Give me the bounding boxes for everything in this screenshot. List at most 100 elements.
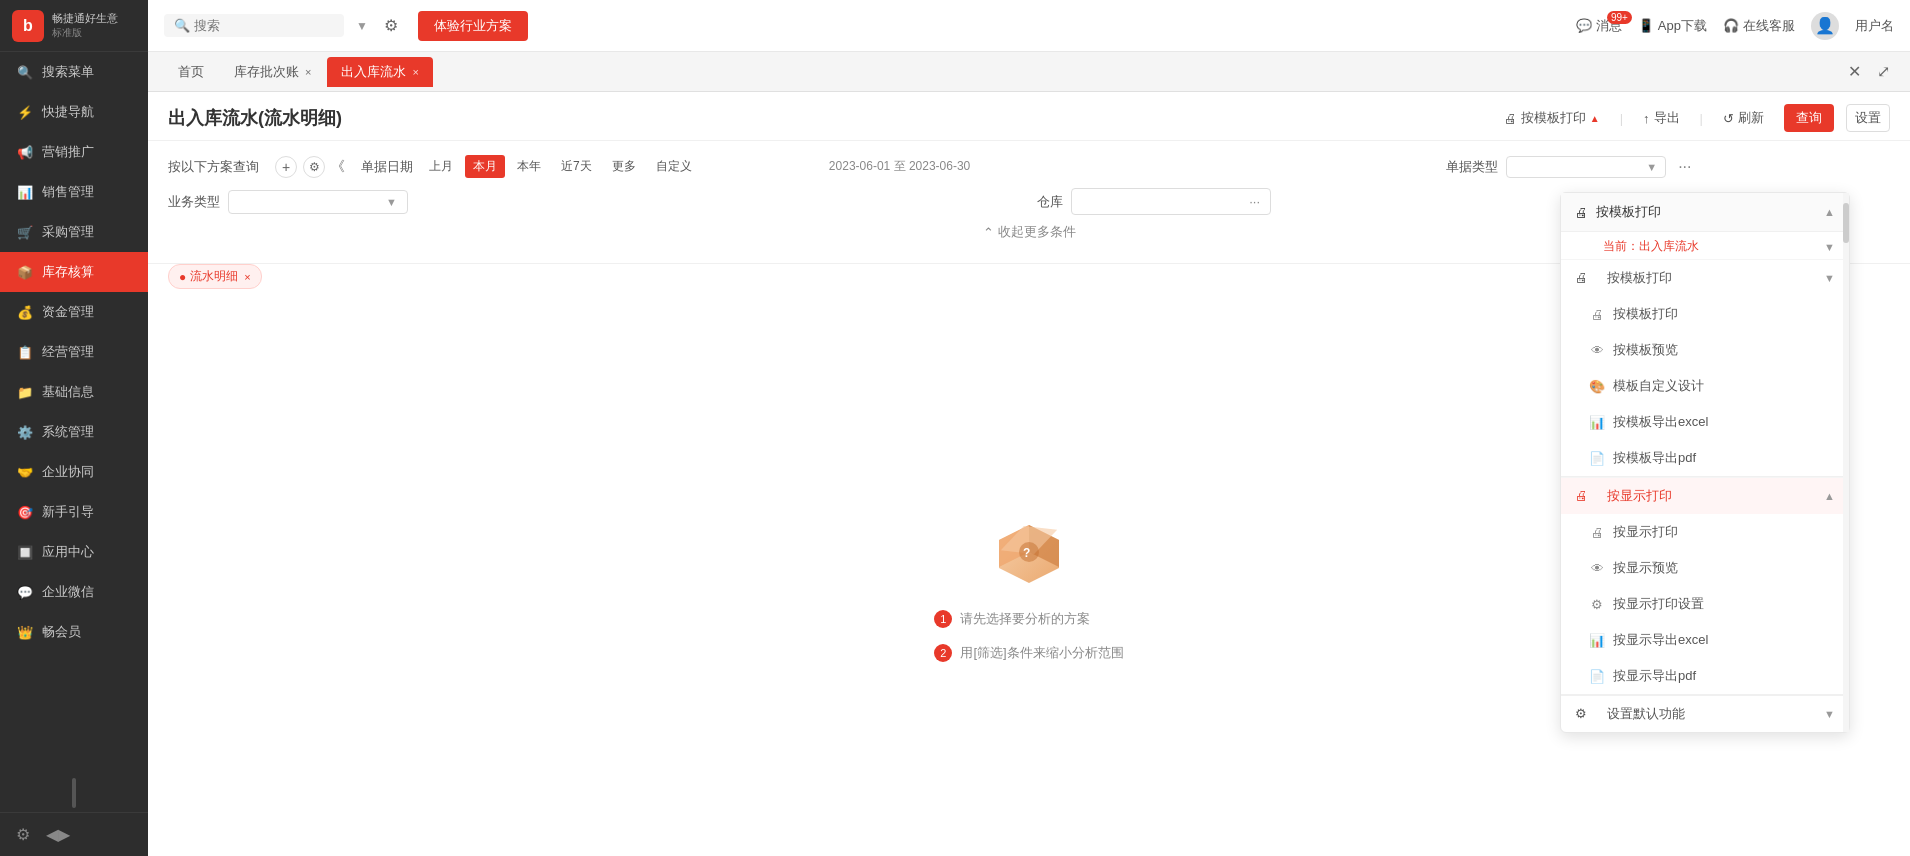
export-btn[interactable]: ↑ 导出: [1635, 105, 1688, 131]
download-icon: 📱: [1638, 18, 1654, 33]
sidebar-label-purchase: 采购管理: [42, 223, 94, 241]
collapse-more-btn[interactable]: ⌃ 收起更多条件: [983, 223, 1076, 241]
actions-divider-1: |: [1620, 111, 1623, 126]
notifications-btn[interactable]: 💬 消息 99+: [1576, 17, 1622, 35]
search-icon: 🔍: [174, 18, 190, 33]
date-tab-more[interactable]: 更多: [604, 155, 644, 178]
page-title: 出入库流水(流水明细): [168, 106, 342, 130]
dropdown-print-item[interactable]: 🖨 按模板打印: [1561, 296, 1849, 332]
dropdown-title: 按模板打印: [1596, 203, 1661, 221]
sidebar-item-guide[interactable]: 🎯 新手引导: [0, 492, 148, 532]
disp-excel-icon: 📊: [1589, 632, 1605, 648]
customer-service-btn[interactable]: 🎧 在线客服: [1723, 17, 1795, 35]
sidebar-settings-icon[interactable]: ⚙: [16, 825, 30, 844]
sub-filter-tag[interactable]: ● 流水明细 ×: [168, 264, 262, 289]
dropdown-export-excel-item[interactable]: 📊 按模板导出excel: [1561, 404, 1849, 440]
date-tab-current-month[interactable]: 本月: [465, 155, 505, 178]
search-input[interactable]: [194, 18, 314, 33]
user-avatar[interactable]: 👤: [1811, 12, 1839, 40]
type-more-icon[interactable]: ···: [1678, 158, 1691, 176]
app-download-btn[interactable]: 📱 App下载: [1638, 17, 1707, 35]
biz-select[interactable]: ▼: [228, 190, 408, 214]
disp-pdf-label: 按显示导出pdf: [1613, 667, 1696, 685]
sidebar-label-app-center: 应用中心: [42, 543, 94, 561]
topbar-gear-icon[interactable]: ⚙: [384, 16, 398, 35]
template-print-icon: 🖨: [1575, 270, 1591, 286]
date-tab-custom[interactable]: 自定义: [648, 155, 700, 178]
type-select[interactable]: ▼: [1506, 156, 1666, 178]
sidebar-item-purchase[interactable]: 🛒 采购管理: [0, 212, 148, 252]
filter-collapse-icon[interactable]: 《: [331, 158, 345, 176]
dropdown-template-group[interactable]: 🖨 按模板打印 ▼: [1561, 259, 1849, 296]
window-close-btn[interactable]: ✕: [1844, 60, 1865, 83]
sidebar-item-system[interactable]: ⚙️ 系统管理: [0, 412, 148, 452]
refresh-btn[interactable]: ↺ 刷新: [1715, 105, 1772, 131]
sidebar-item-collab[interactable]: 🤝 企业协同: [0, 452, 148, 492]
sidebar-item-base-info[interactable]: 📁 基础信息: [0, 372, 148, 412]
sidebar-toggle-icon[interactable]: ◀▶: [46, 825, 70, 844]
biz-dropdown-icon: ▼: [386, 196, 397, 208]
customer-service-label: 在线客服: [1743, 17, 1795, 35]
sub-tag-icon: ●: [179, 270, 186, 284]
dropdown-display-group[interactable]: 🖨 按显示打印 ▲: [1561, 477, 1849, 514]
sidebar-label-guide: 新手引导: [42, 503, 94, 521]
notifications-badge: 99+: [1607, 11, 1632, 24]
filter-add-btn[interactable]: +: [275, 156, 297, 178]
sidebar-item-inventory[interactable]: 📦 库存核算: [0, 252, 148, 292]
sidebar-item-app-center[interactable]: 🔲 应用中心: [0, 532, 148, 572]
dropdown-scrollbar-thumb[interactable]: [1843, 203, 1849, 243]
date-tab-last7[interactable]: 近7天: [553, 155, 600, 178]
wechat-icon: 💬: [16, 583, 34, 601]
sub-tag-close[interactable]: ×: [244, 271, 250, 283]
date-filter: 单据日期 上月 本月 本年 近7天 更多 自定义: [361, 155, 805, 178]
dropdown-export-pdf-item[interactable]: 📄 按模板导出pdf: [1561, 440, 1849, 476]
tab-home[interactable]: 首页: [164, 57, 218, 87]
sidebar-label-finance: 资金管理: [42, 303, 94, 321]
search-dropdown-icon[interactable]: ▼: [356, 19, 368, 33]
inventory-icon: 📦: [16, 263, 34, 281]
dropdown-collapse-icon[interactable]: ▲: [1824, 206, 1835, 218]
tab-flow[interactable]: 出入库流水 ×: [327, 57, 432, 87]
step-2-text: 用[筛选]条件来缩小分析范围: [960, 640, 1123, 666]
dropdown-print-icon: 🖨: [1575, 205, 1588, 220]
settings-btn[interactable]: 设置: [1846, 104, 1890, 132]
tab-batch-account-close[interactable]: ×: [305, 66, 311, 78]
date-tab-prev-month[interactable]: 上月: [421, 155, 461, 178]
print-template-btn[interactable]: 🖨 按模板打印 ▲: [1496, 105, 1608, 131]
sidebar-item-sales[interactable]: 📊 销售管理: [0, 172, 148, 212]
export-excel-item-label: 按模板导出excel: [1613, 413, 1708, 431]
warehouse-more-icon[interactable]: ···: [1249, 194, 1260, 209]
tab-flow-close[interactable]: ×: [412, 66, 418, 78]
page-actions: 🖨 按模板打印 ▲ | ↑ 导出 | ↺ 刷新 查询: [1496, 104, 1890, 132]
sidebar-item-marketing[interactable]: 📢 营销推广: [0, 132, 148, 172]
sidebar-item-operations[interactable]: 📋 经营管理: [0, 332, 148, 372]
sidebar-item-finance[interactable]: 💰 资金管理: [0, 292, 148, 332]
window-maximize-btn[interactable]: ⤢: [1873, 60, 1894, 83]
display-chevron-icon: ▲: [1824, 490, 1835, 502]
topbar-search-box[interactable]: 🔍: [164, 14, 344, 37]
filter-settings-btn[interactable]: ⚙: [303, 156, 325, 178]
dropdown-template-section: 🖨 按模板打印 ▼ 🖨 按模板打印 👁 按模板预览 🎨 模板自定义设计: [1561, 259, 1849, 477]
sidebar-item-member[interactable]: 👑 畅会员: [0, 612, 148, 652]
display-export-excel-item[interactable]: 📊 按显示导出excel: [1561, 622, 1849, 658]
dropdown-default-group[interactable]: ⚙ 设置默认功能 ▼: [1561, 695, 1849, 732]
display-export-pdf-item[interactable]: 📄 按显示导出pdf: [1561, 658, 1849, 694]
actions-divider-2: |: [1700, 111, 1703, 126]
display-print-item[interactable]: 🖨 按显示打印: [1561, 514, 1849, 550]
tab-batch-account-label: 库存批次账: [234, 63, 299, 81]
purchase-icon: 🛒: [16, 223, 34, 241]
dropdown-display-section: 🖨 按显示打印 ▲ 🖨 按显示打印 👁 按显示预览 ⚙ 按显示打印设置: [1561, 477, 1849, 695]
member-icon: 👑: [16, 623, 34, 641]
dropdown-design-item[interactable]: 🎨 模板自定义设计: [1561, 368, 1849, 404]
industry-btn[interactable]: 体验行业方案: [418, 11, 528, 41]
warehouse-input[interactable]: ···: [1071, 188, 1271, 215]
query-btn[interactable]: 查询: [1784, 104, 1834, 132]
sidebar-item-search[interactable]: 🔍 搜索菜单: [0, 52, 148, 92]
display-preview-item[interactable]: 👁 按显示预览: [1561, 550, 1849, 586]
display-settings-item[interactable]: ⚙ 按显示打印设置: [1561, 586, 1849, 622]
date-tab-current-year[interactable]: 本年: [509, 155, 549, 178]
dropdown-preview-item[interactable]: 👁 按模板预览: [1561, 332, 1849, 368]
sidebar-item-quick-nav[interactable]: ⚡ 快捷导航: [0, 92, 148, 132]
sidebar-item-wechat[interactable]: 💬 企业微信: [0, 572, 148, 612]
tab-batch-account[interactable]: 库存批次账 ×: [220, 57, 325, 87]
